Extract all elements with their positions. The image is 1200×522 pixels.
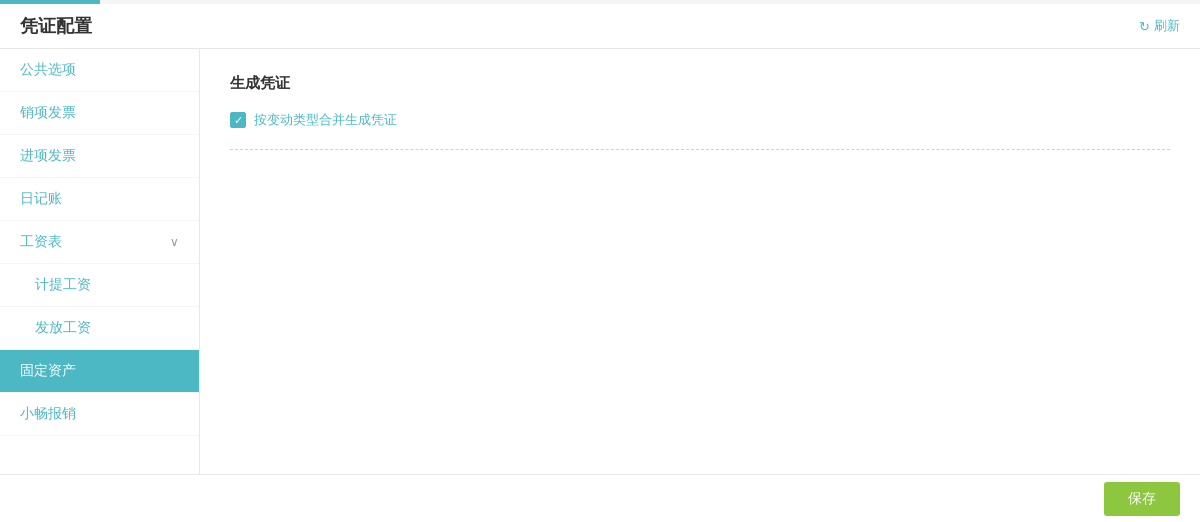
save-button[interactable]: 保存: [1104, 482, 1180, 516]
refresh-button[interactable]: ↻ 刷新: [1139, 17, 1180, 35]
sidebar-item-payroll-table[interactable]: 工资表 ∨: [0, 221, 199, 264]
sidebar-item-pay-salary[interactable]: 发放工资: [0, 307, 199, 350]
sidebar-item-label-purchase-invoice: 进项发票: [20, 147, 76, 165]
sidebar-item-label-expense-report: 小畅报销: [20, 405, 76, 423]
top-tab-bar: [0, 0, 1200, 4]
merge-voucher-row: ✓ 按变动类型合并生成凭证: [230, 111, 1170, 129]
sidebar-item-fixed-assets[interactable]: 固定资产: [0, 350, 199, 393]
section-divider: [230, 149, 1170, 150]
sidebar-item-label-fixed-assets: 固定资产: [20, 362, 76, 380]
merge-voucher-label[interactable]: 按变动类型合并生成凭证: [254, 111, 397, 129]
sidebar: 公共选项销项发票进项发票日记账工资表 ∨ 计提工资发放工资固定资产小畅报销: [0, 49, 200, 474]
refresh-icon: ↻: [1139, 19, 1150, 34]
sidebar-item-label-journal: 日记账: [20, 190, 62, 208]
sidebar-item-label-pay-salary: 发放工资: [35, 319, 91, 337]
main-layout: 公共选项销项发票进项发票日记账工资表 ∨ 计提工资发放工资固定资产小畅报销 生成凭证…: [0, 49, 1200, 474]
content-area: 生成凭证 ✓ 按变动类型合并生成凭证: [200, 49, 1200, 474]
sidebar-item-purchase-invoice[interactable]: 进项发票: [0, 135, 199, 178]
sidebar-item-label-sales-invoice: 销项发票: [20, 104, 76, 122]
sidebar-item-label-calc-salary: 计提工资: [35, 276, 91, 294]
sidebar-item-label-public-options: 公共选项: [20, 61, 76, 79]
chevron-down-icon-payroll-table: ∨: [170, 235, 179, 249]
page-header: 凭证配置 ↻ 刷新: [0, 4, 1200, 49]
top-tab-active-indicator: [0, 0, 100, 4]
sidebar-item-journal[interactable]: 日记账: [0, 178, 199, 221]
sidebar-item-label-payroll-table: 工资表: [20, 233, 62, 251]
page-footer: 保存: [0, 474, 1200, 522]
refresh-label: 刷新: [1154, 17, 1180, 35]
section-title: 生成凭证: [230, 74, 1170, 93]
sidebar-item-sales-invoice[interactable]: 销项发票: [0, 92, 199, 135]
page-title: 凭证配置: [20, 14, 92, 38]
sidebar-item-calc-salary[interactable]: 计提工资: [0, 264, 199, 307]
sidebar-item-expense-report[interactable]: 小畅报销: [0, 393, 199, 436]
merge-voucher-checkbox[interactable]: ✓: [230, 112, 246, 128]
sidebar-item-public-options[interactable]: 公共选项: [0, 49, 199, 92]
